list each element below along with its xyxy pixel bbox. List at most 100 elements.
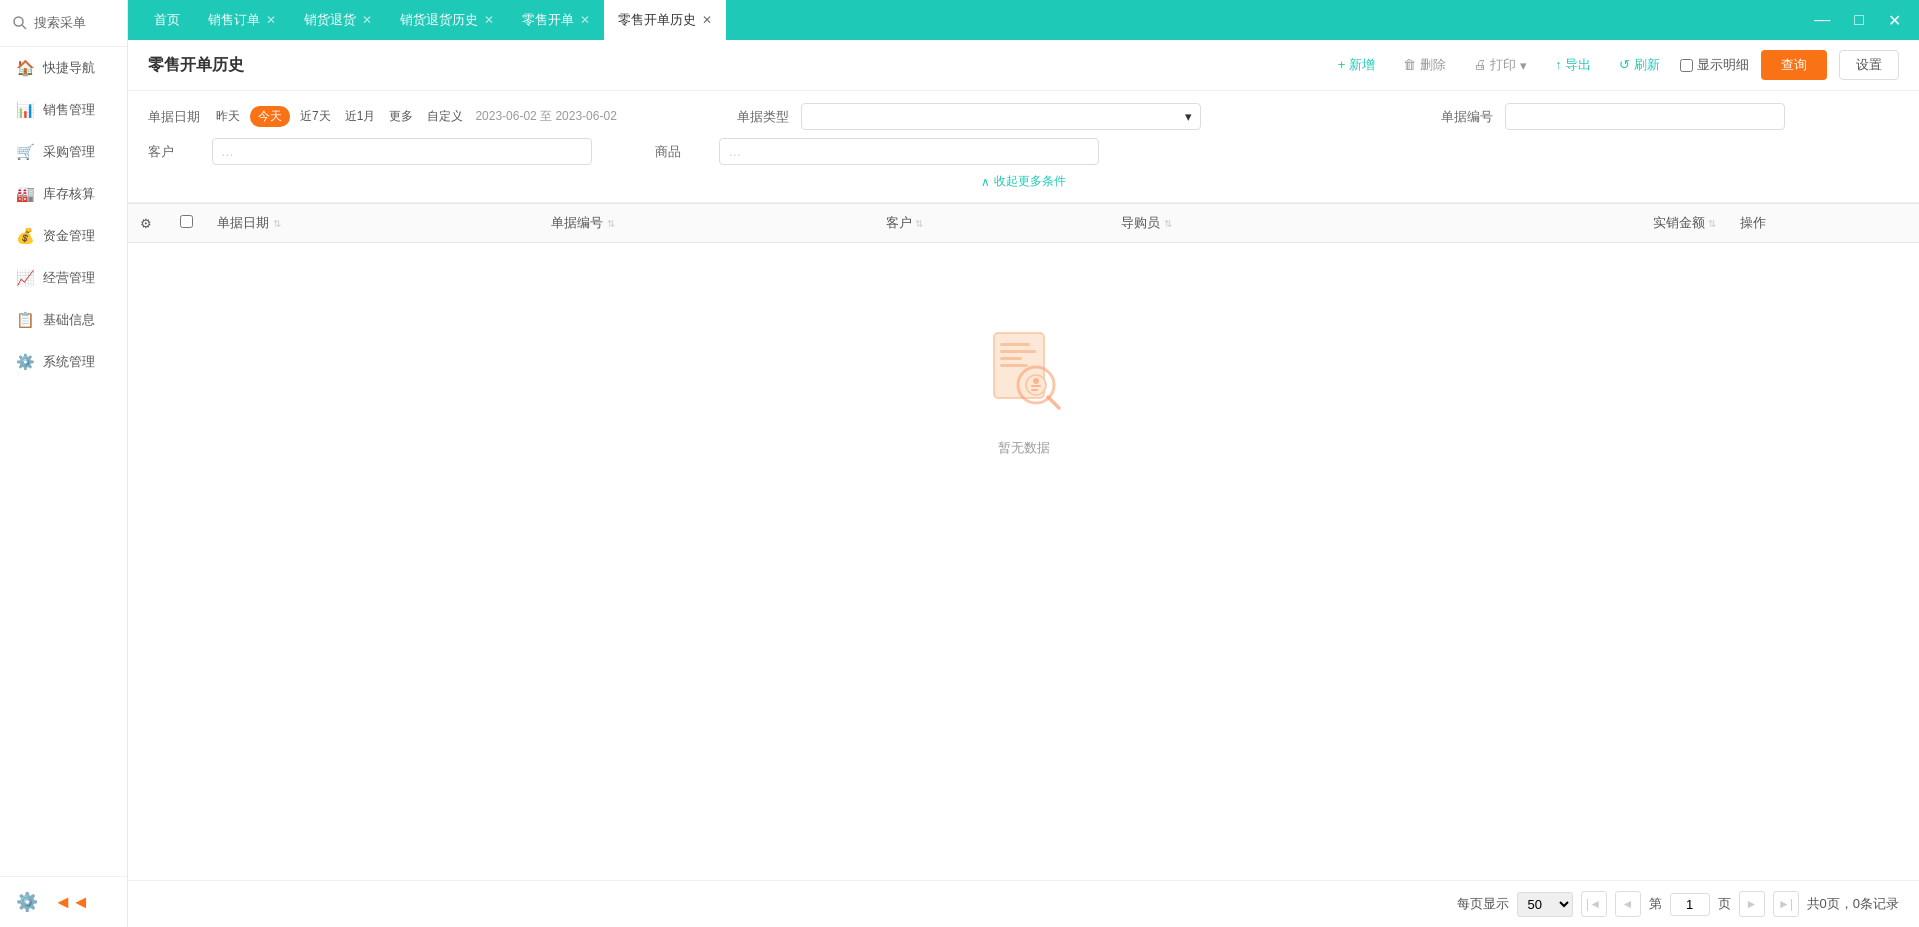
page-number-input[interactable] (1670, 893, 1710, 916)
date-option-more[interactable]: 更多 (385, 106, 417, 127)
pagination: 每页显示 50 10 20 100 |◄ ◄ 第 页 ► ►| 共0页，0条记录 (128, 880, 1919, 927)
warehouse-icon: 🏭 (16, 185, 35, 203)
collapse-filter-bar[interactable]: ∧ 收起更多条件 (148, 173, 1899, 190)
add-button[interactable]: + 新增 (1330, 52, 1383, 78)
col-date-label: 单据日期 (217, 215, 269, 230)
settings-button[interactable]: 设置 (1839, 50, 1899, 80)
product-label: 商品 (655, 143, 711, 161)
col-date: 单据日期 ⇅ (205, 204, 539, 243)
info-icon: 📋 (16, 311, 35, 329)
date-option-today[interactable]: 今天 (250, 106, 290, 127)
page-word: 第 (1649, 895, 1662, 913)
sidebar-item-finance[interactable]: 💰 资金管理 (0, 215, 127, 257)
sidebar-item-purchase-mgmt[interactable]: 🛒 采购管理 (0, 131, 127, 173)
date-option-7days[interactable]: 近7天 (296, 106, 335, 127)
tab-sales-return-history[interactable]: 销货退货历史 ✕ (386, 0, 508, 40)
chart-icon: 📊 (16, 101, 35, 119)
tab-home-label: 首页 (154, 11, 180, 29)
empty-row: 暂无数据 (128, 243, 1919, 538)
col-customer-label: 客户 (886, 215, 912, 230)
table-settings-icon[interactable]: ⚙ (140, 216, 152, 231)
per-page-select[interactable]: 50 10 20 100 (1517, 892, 1573, 917)
query-button[interactable]: 查询 (1761, 50, 1827, 80)
toolbar: + 新增 🗑 删除 🖨 打印 ▾ ↑ 导出 ↺ 刷新 显示明细 (1330, 50, 1899, 80)
product-input[interactable]: … (719, 138, 1099, 165)
date-filter: 单据日期 昨天 今天 近7天 近1月 更多 自定义 2023-06-02 至 2… (148, 106, 721, 127)
page-title: 零售开单历史 (148, 55, 1330, 76)
delete-button[interactable]: 🗑 删除 (1395, 52, 1454, 78)
customer-input[interactable]: … (212, 138, 592, 165)
col-order-no: 单据编号 ⇅ (539, 204, 873, 243)
minimize-button[interactable]: — (1808, 9, 1836, 31)
show-detail-checkbox[interactable] (1680, 59, 1693, 72)
show-detail-checkbox-label[interactable]: 显示明细 (1680, 56, 1749, 74)
empty-illustration (974, 323, 1074, 423)
gear-icon: ⚙️ (16, 353, 35, 371)
sidebar-search[interactable]: 搜索采单 (0, 0, 127, 47)
tab-sales-order-close[interactable]: ✕ (266, 13, 276, 27)
tab-retail-open-history-close[interactable]: ✕ (702, 13, 712, 27)
date-option-custom[interactable]: 自定义 (423, 106, 467, 127)
tab-retail-open[interactable]: 零售开单 ✕ (508, 0, 604, 40)
date-option-yesterday[interactable]: 昨天 (212, 106, 244, 127)
home-icon: 🏠 (16, 59, 35, 77)
tab-retail-open-close[interactable]: ✕ (580, 13, 590, 27)
sidebar-item-operations[interactable]: 📈 经营管理 (0, 257, 127, 299)
sidebar-item-inventory[interactable]: 🏭 库存核算 (0, 173, 127, 215)
tab-sales-return[interactable]: 销货退货 ✕ (290, 0, 386, 40)
svg-rect-3 (1000, 343, 1030, 346)
col-order-no-sort[interactable]: ⇅ (607, 218, 615, 229)
tab-sales-return-close[interactable]: ✕ (362, 13, 372, 27)
tab-sales-return-history-label: 销货退货历史 (400, 11, 478, 29)
table-header: ⚙ 单据日期 ⇅ 单据编号 ⇅ (128, 204, 1919, 243)
svg-rect-6 (1000, 364, 1028, 367)
svg-rect-11 (1031, 385, 1041, 387)
type-filter-select[interactable]: ▾ (801, 103, 1201, 130)
sidebar-search-label: 搜索采单 (34, 14, 86, 32)
type-filter-label: 单据类型 (737, 108, 793, 126)
col-salesperson-sort[interactable]: ⇅ (1164, 218, 1172, 229)
print-button[interactable]: 🖨 打印 ▾ (1466, 52, 1536, 78)
col-customer-sort[interactable]: ⇅ (915, 218, 923, 229)
sidebar-item-sales-mgmt[interactable]: 📊 销售管理 (0, 89, 127, 131)
maximize-button[interactable]: □ (1848, 9, 1870, 31)
date-option-1month[interactable]: 近1月 (341, 106, 380, 127)
window-controls: — □ ✕ (1808, 9, 1907, 32)
col-date-sort[interactable]: ⇅ (273, 218, 281, 229)
collapse-sidebar-icon[interactable]: ◄◄ (54, 892, 90, 913)
tab-home[interactable]: 首页 (140, 0, 194, 40)
money-icon: 💰 (16, 227, 35, 245)
empty-state: 暂无数据 (128, 243, 1919, 537)
tab-sales-order[interactable]: 销售订单 ✕ (194, 0, 290, 40)
sidebar-item-quick-nav[interactable]: 🏠 快捷导航 (0, 47, 127, 89)
prev-page-button[interactable]: ◄ (1615, 891, 1641, 917)
col-amount: 实销金额 ⇅ (1394, 204, 1728, 243)
order-no-input[interactable] (1505, 103, 1785, 130)
close-window-button[interactable]: ✕ (1882, 9, 1907, 32)
customer-label: 客户 (148, 143, 204, 161)
print-dropdown-icon[interactable]: ▾ (1520, 58, 1527, 73)
last-page-button[interactable]: ►| (1773, 891, 1799, 917)
svg-point-0 (14, 17, 23, 26)
filter-row-1: 单据日期 昨天 今天 近7天 近1月 更多 自定义 2023-06-02 至 2… (148, 103, 1899, 130)
tab-retail-open-history[interactable]: 零售开单历史 ✕ (604, 0, 726, 40)
first-page-button[interactable]: |◄ (1581, 891, 1607, 917)
settings-icon[interactable]: ⚙️ (16, 891, 38, 913)
sidebar-item-quick-nav-label: 快捷导航 (43, 59, 95, 77)
content-area: 零售开单历史 + 新增 🗑 删除 🖨 打印 ▾ ↑ 导出 ↺ 刷新 (128, 40, 1919, 927)
type-select-arrow: ▾ (1185, 109, 1192, 124)
sidebar-item-basic-info[interactable]: 📋 基础信息 (0, 299, 127, 341)
refresh-button[interactable]: ↺ 刷新 (1611, 52, 1668, 78)
tab-sales-return-label: 销货退货 (304, 11, 356, 29)
operations-icon: 📈 (16, 269, 35, 287)
col-amount-sort[interactable]: ⇅ (1708, 218, 1716, 229)
export-button[interactable]: ↑ 导出 (1547, 52, 1599, 78)
select-all-checkbox[interactable] (180, 215, 193, 228)
sidebar-item-sys-mgmt-label: 系统管理 (43, 353, 95, 371)
page-header: 零售开单历史 + 新增 🗑 删除 🖨 打印 ▾ ↑ 导出 ↺ 刷新 (128, 40, 1919, 91)
tab-sales-return-history-close[interactable]: ✕ (484, 13, 494, 27)
sidebar-item-sys-mgmt[interactable]: ⚙️ 系统管理 (0, 341, 127, 383)
order-no-label: 单据编号 (1441, 108, 1497, 126)
col-salesperson: 导购员 ⇅ (1109, 204, 1394, 243)
next-page-button[interactable]: ► (1739, 891, 1765, 917)
